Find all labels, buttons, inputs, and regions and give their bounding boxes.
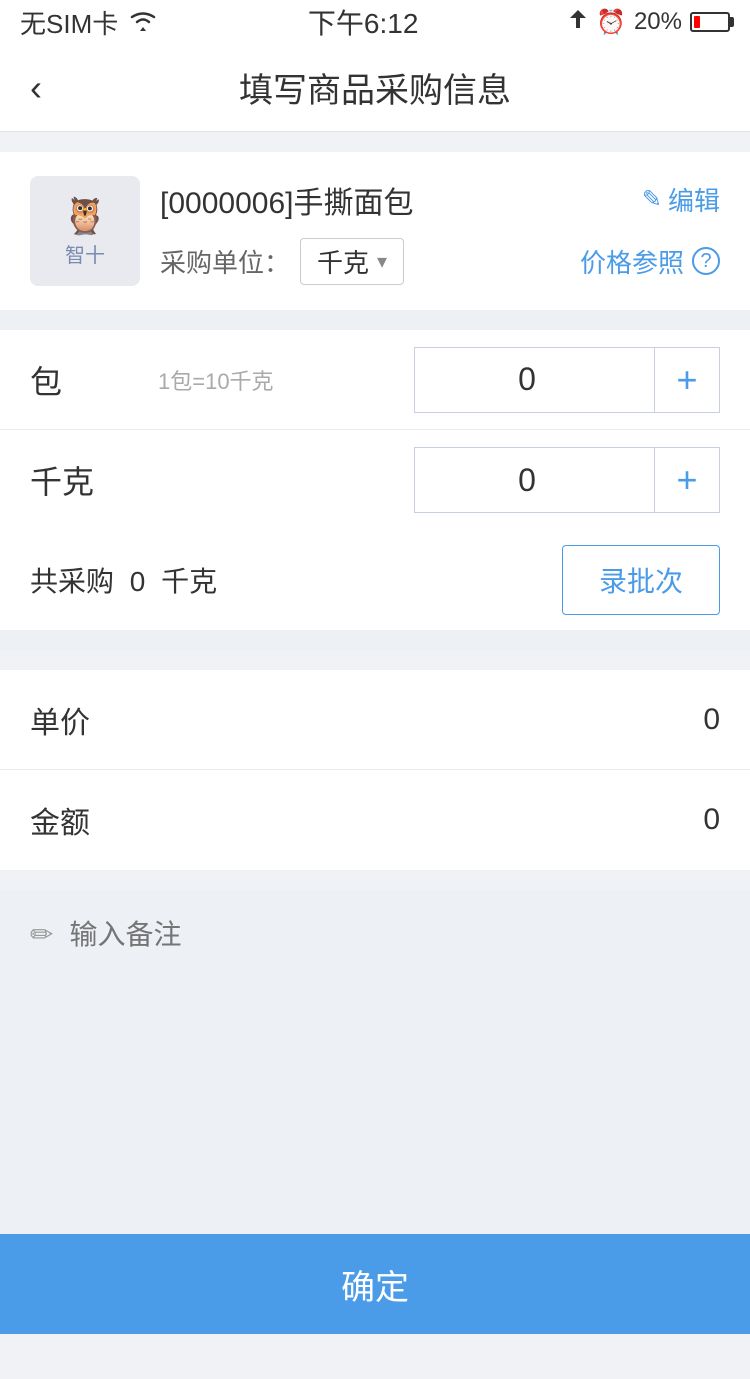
summary-value: 0: [130, 566, 146, 597]
unit-section: 采购单位： 千克 ▾: [160, 238, 404, 285]
input-section: 包 1包=10千克 + 千克 +: [0, 330, 750, 530]
bag-label: 包: [30, 357, 150, 403]
bag-sub-label: 1包=10千克: [158, 364, 274, 396]
page-title: 填写商品采购信息: [239, 63, 511, 112]
remark-input[interactable]: [69, 919, 720, 951]
edit-icon: ✎: [642, 185, 662, 214]
kg-input-row: 千克 +: [0, 430, 750, 530]
status-left: 无SIM卡: [20, 4, 158, 41]
status-time: 下午6:12: [308, 2, 419, 42]
product-unit-row: 采购单位： 千克 ▾ 价格参照 ?: [160, 238, 720, 285]
status-right: ⏰ 20%: [568, 8, 730, 37]
bag-input-right: +: [414, 347, 720, 413]
summary-suffix: 千克: [161, 566, 217, 597]
summary-text: 共采购 0 千克: [30, 560, 217, 600]
unit-price-row: 单价 0: [0, 670, 750, 770]
summary-row: 共采购 0 千克 录批次: [0, 530, 750, 630]
price-ref-button[interactable]: 价格参照 ?: [580, 243, 720, 280]
amount-label: 金额: [30, 798, 90, 842]
carrier-label: 无SIM卡: [20, 4, 118, 41]
battery-icon: [690, 12, 730, 32]
product-logo-text: 智十: [65, 239, 105, 268]
confirm-button[interactable]: 确定: [0, 1234, 750, 1334]
product-name-row: [0000006]手撕面包 ✎ 编辑: [160, 178, 720, 222]
price-section: 单价 0 金额 0: [0, 670, 750, 870]
product-thumbnail: 🦉 智十: [30, 176, 140, 286]
unit-select[interactable]: 千克 ▾: [300, 238, 404, 285]
record-batch-button[interactable]: 录批次: [562, 545, 720, 615]
unit-label: 采购单位：: [160, 243, 290, 280]
unit-value: 千克: [317, 243, 369, 280]
edit-label: 编辑: [668, 181, 720, 218]
help-icon: ?: [692, 247, 720, 275]
nav-bar: ‹ 填写商品采购信息: [0, 44, 750, 132]
kg-label: 千克: [30, 457, 150, 503]
bag-input-row: 包 1包=10千克 +: [0, 330, 750, 430]
location-icon: [568, 8, 588, 37]
edit-button[interactable]: ✎ 编辑: [642, 181, 720, 218]
battery-percent: 20%: [634, 8, 682, 36]
chevron-down-icon: ▾: [377, 249, 387, 274]
summary-prefix: 共采购: [30, 566, 114, 597]
bag-plus-button[interactable]: +: [654, 347, 720, 413]
unit-price-value: 0: [703, 703, 720, 737]
product-logo-icon: 🦉: [63, 195, 108, 237]
bag-quantity-input[interactable]: [414, 347, 654, 413]
price-ref-label: 价格参照: [580, 243, 684, 280]
product-name: [0000006]手撕面包: [160, 178, 413, 222]
remark-section: ✏: [0, 890, 750, 979]
pencil-icon: ✏: [30, 918, 53, 951]
status-bar: 无SIM卡 下午6:12 ⏰ 20%: [0, 0, 750, 44]
wifi-icon: [128, 7, 158, 38]
kg-quantity-input[interactable]: [414, 447, 654, 513]
divider-2: [0, 630, 750, 650]
kg-input-right: +: [414, 447, 720, 513]
product-card: 🦉 智十 [0000006]手撕面包 ✎ 编辑 采购单位： 千克 ▾: [0, 152, 750, 310]
divider-1: [0, 310, 750, 330]
unit-price-label: 单价: [30, 698, 90, 742]
back-button[interactable]: ‹: [30, 67, 42, 109]
amount-row: 金额 0: [0, 770, 750, 870]
page: 无SIM卡 下午6:12 ⏰ 20% ‹: [0, 0, 750, 1379]
alarm-icon: ⏰: [596, 8, 626, 37]
kg-plus-button[interactable]: +: [654, 447, 720, 513]
product-info: [0000006]手撕面包 ✎ 编辑 采购单位： 千克 ▾ 价格参照: [160, 178, 720, 285]
amount-value: 0: [703, 803, 720, 837]
